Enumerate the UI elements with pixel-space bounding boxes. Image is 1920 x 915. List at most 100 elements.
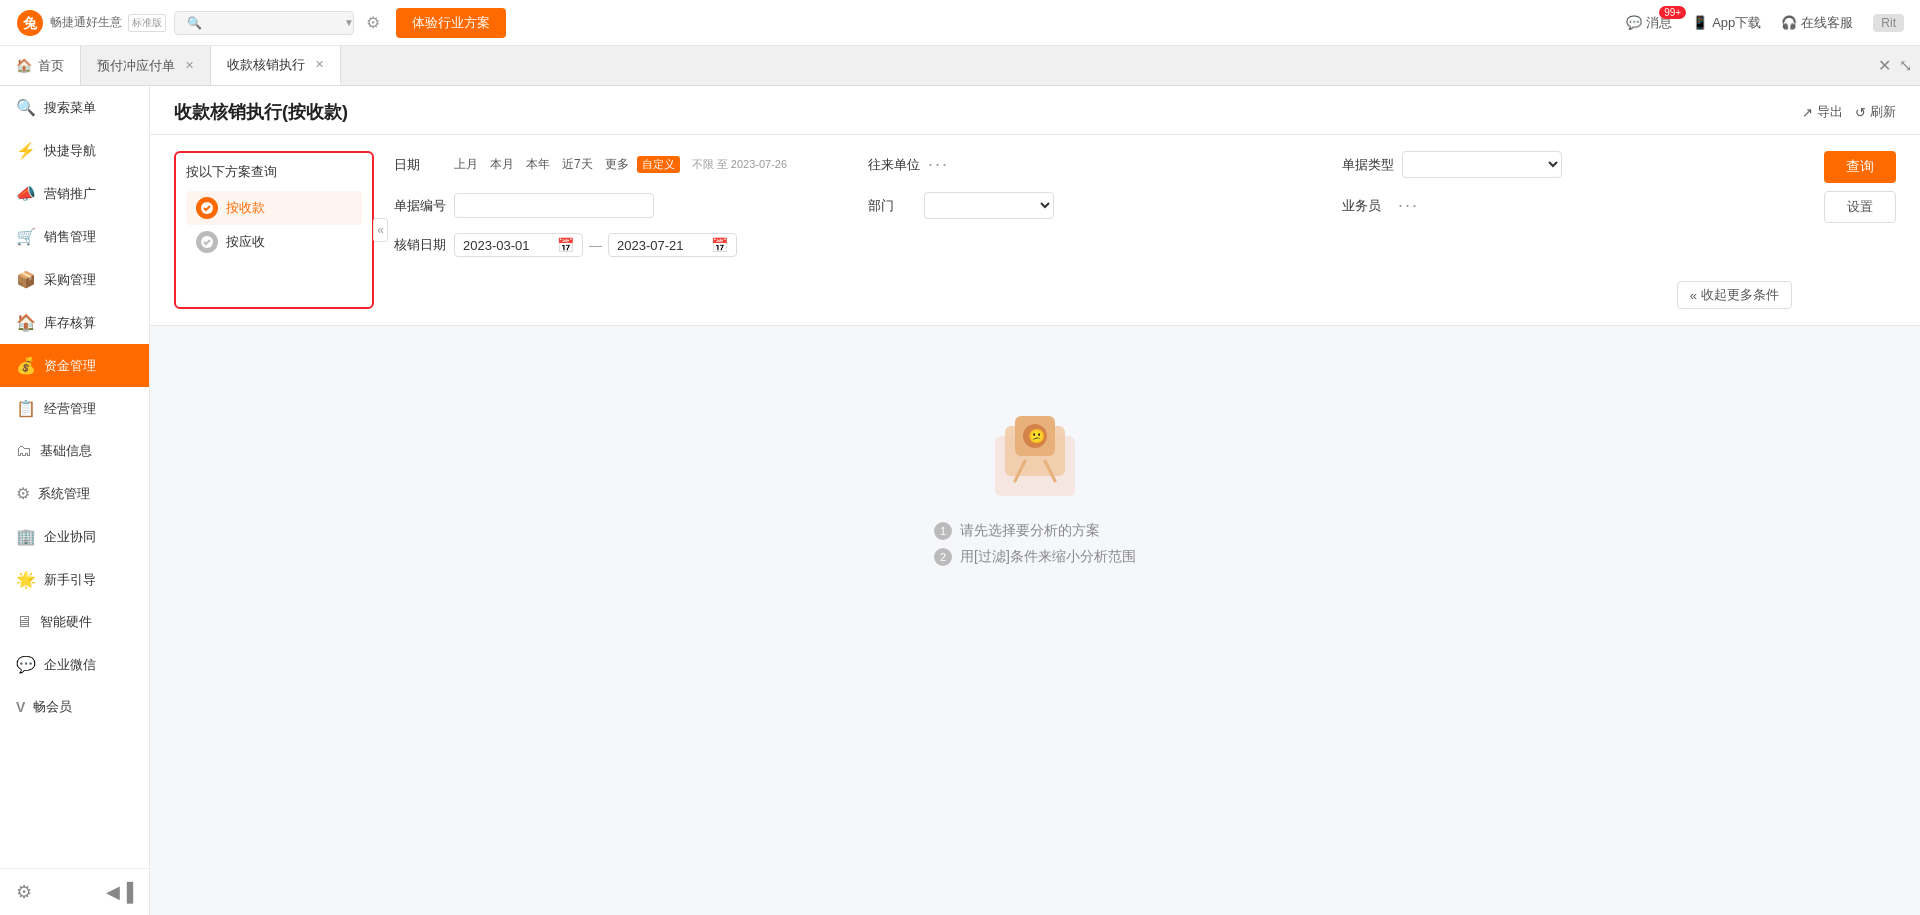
hint-text-2: 用[过滤]条件来缩小分析范围 [960,548,1136,566]
filter-collapse-btn[interactable]: « [373,218,388,242]
salesperson-label: 业务员 [1342,197,1390,215]
top-search-bar[interactable]: 🔍 ▼ [174,11,354,35]
export-label: 导出 [1817,103,1843,121]
calendar-start-icon[interactable]: 📅 [557,237,574,253]
calendar-end-icon[interactable]: 📅 [711,237,728,253]
wechat-icon: 💬 [16,655,36,674]
basic-info-icon: 🗂 [16,442,32,460]
sidebar-inventory-label: 库存核算 [44,314,96,332]
verify-date-end-input[interactable] [617,238,707,253]
collapse-more-icon: « [1690,288,1697,303]
doc-no-label: 单据编号 [394,197,446,215]
tab-close-all-icon[interactable]: ✕ [1878,56,1891,75]
filter-date-field: 日期 上月 本月 本年 近7天 更多 自定义 不限 至 2023-07-26 [394,154,844,175]
system-icon: ⚙ [16,484,30,503]
sidebar-item-marketing[interactable]: 📣 营销推广 [0,172,149,215]
filter-salesperson-field: 业务员 ··· [1342,195,1792,216]
message-btn[interactable]: 💬 消息 99+ [1626,14,1672,32]
sidebar-item-sales-mgmt[interactable]: 🛒 销售管理 [0,215,149,258]
filter-scheme-title: 按以下方案查询 [186,163,362,181]
logo-icon: 兔 [16,9,44,37]
sidebar-item-basic-info[interactable]: 🗂 基础信息 [0,430,149,472]
tab-home[interactable]: 🏠 首页 [0,46,81,85]
online-service-label: 在线客服 [1801,14,1853,32]
sidebar-enterprise-label: 企业协同 [44,528,96,546]
export-btn[interactable]: ↗ 导出 [1802,103,1843,121]
sidebar-item-search-menu[interactable]: 🔍 搜索菜单 [0,86,149,129]
sidebar-bottom: ⚙ ◀▐ [0,868,149,915]
doc-no-input[interactable] [454,193,654,218]
doc-type-select[interactable] [1402,151,1562,178]
sidebar-item-wechat[interactable]: 💬 企业微信 [0,643,149,686]
sidebar-item-system-mgmt[interactable]: ⚙ 系统管理 [0,472,149,515]
sidebar-item-vip[interactable]: V 畅会员 [0,686,149,728]
industry-btn[interactable]: 体验行业方案 [396,8,506,38]
message-badge: 99+ [1659,6,1686,19]
headset-icon: 🎧 [1781,15,1797,30]
date-custom-tag[interactable]: 自定义 [637,156,680,173]
export-icon: ↗ [1802,105,1813,120]
sidebar-item-newcomer[interactable]: 🌟 新手引导 [0,558,149,601]
sidebar-item-operation-mgmt[interactable]: 📋 经营管理 [0,387,149,430]
date-no-limit: 不限 至 2023-07-26 [692,157,787,172]
collapse-sidebar-icon[interactable]: ◀▐ [106,881,133,903]
search-input[interactable] [208,16,338,30]
query-actions: 查询 设置 [1824,151,1896,309]
tab-close-receipt[interactable]: ✕ [315,58,324,71]
verify-date-label: 核销日期 [394,236,446,254]
sidebar-fund-label: 资金管理 [44,357,96,375]
verify-date-start-wrap: 📅 [454,233,583,257]
query-btn[interactable]: 查询 [1824,151,1896,183]
tab-prepay-conflict[interactable]: 预付冲应付单 ✕ [81,46,211,85]
date-btn-this-year[interactable]: 本年 [522,154,554,175]
newcomer-icon: 🌟 [16,570,36,589]
tab-bar-actions: ✕ ⤡ [1878,46,1920,85]
date-btn-this-month[interactable]: 本月 [486,154,518,175]
collapse-more-btn[interactable]: « 收起更多条件 [1677,281,1792,309]
filter-dept-field: 部门 [868,192,1318,219]
doc-type-label: 单据类型 [1342,156,1394,174]
inventory-icon: 🏠 [16,313,36,332]
sidebar-item-enterprise[interactable]: 🏢 企业协同 [0,515,149,558]
user-avatar[interactable]: Rit [1873,14,1904,32]
date-quick-group: 上月 本月 本年 近7天 更多 自定义 [450,154,680,175]
verify-date-start-input[interactable] [463,238,553,253]
collapse-more-label: 收起更多条件 [1701,286,1779,304]
filter-panel: 按以下方案查询 按收款 按应收 « [150,135,1920,326]
vip-icon: V [16,699,25,715]
user-name: Rit [1881,16,1896,30]
tab-close-prepay[interactable]: ✕ [185,59,194,72]
sidebar: 🔍 搜索菜单 ⚡ 快捷导航 📣 营销推广 🛒 销售管理 📦 采购管理 🏠 库存核… [0,86,150,915]
settings-btn[interactable]: 设置 [1824,191,1896,223]
settings-bottom-icon[interactable]: ⚙ [16,881,32,903]
marketing-icon: 📣 [16,184,36,203]
online-service-btn[interactable]: 🎧 在线客服 [1781,14,1853,32]
refresh-btn[interactable]: ↺ 刷新 [1855,103,1896,121]
dept-select[interactable] [924,192,1054,219]
filter-doc-no-field: 单据编号 [394,193,844,218]
sidebar-search-menu-label: 搜索菜单 [44,99,96,117]
top-bar: 兔 畅捷通好生意 标准版 🔍 ▼ ⚙ 体验行业方案 💬 消息 99+ 📱 App… [0,0,1920,46]
app-download-btn[interactable]: 📱 App下载 [1692,14,1761,32]
sidebar-item-fund-mgmt[interactable]: 💰 资金管理 [0,344,149,387]
chevron-down-icon: ▼ [344,17,354,28]
empty-hint-2: 2 用[过滤]条件来缩小分析范围 [934,548,1136,566]
salesperson-ellipsis: ··· [1398,195,1419,216]
date-btn-more[interactable]: 更多 [601,154,633,175]
date-btn-7days[interactable]: 近7天 [558,154,597,175]
sidebar-item-inventory[interactable]: 🏠 库存核算 [0,301,149,344]
filter-option-by-receivable[interactable]: 按应收 [186,225,362,259]
by-receipt-icon [196,197,218,219]
date-btn-last-month[interactable]: 上月 [450,154,482,175]
sidebar-marketing-label: 营销推广 [44,185,96,203]
filter-row-3: 核销日期 📅 — 📅 [394,233,1792,257]
page-header: 收款核销执行(按收款) ↗ 导出 ↺ 刷新 [150,86,1920,135]
gear-icon[interactable]: ⚙ [366,13,380,32]
sidebar-item-purchase-mgmt[interactable]: 📦 采购管理 [0,258,149,301]
sidebar-sales-label: 销售管理 [44,228,96,246]
tab-receipt-writeoff[interactable]: 收款核销执行 ✕ [211,46,341,85]
filter-option-by-receipt[interactable]: 按收款 [186,191,362,225]
sidebar-item-smart-hardware[interactable]: 🖥 智能硬件 [0,601,149,643]
sidebar-item-quick-nav[interactable]: ⚡ 快捷导航 [0,129,149,172]
tab-expand-icon[interactable]: ⤡ [1899,56,1912,75]
